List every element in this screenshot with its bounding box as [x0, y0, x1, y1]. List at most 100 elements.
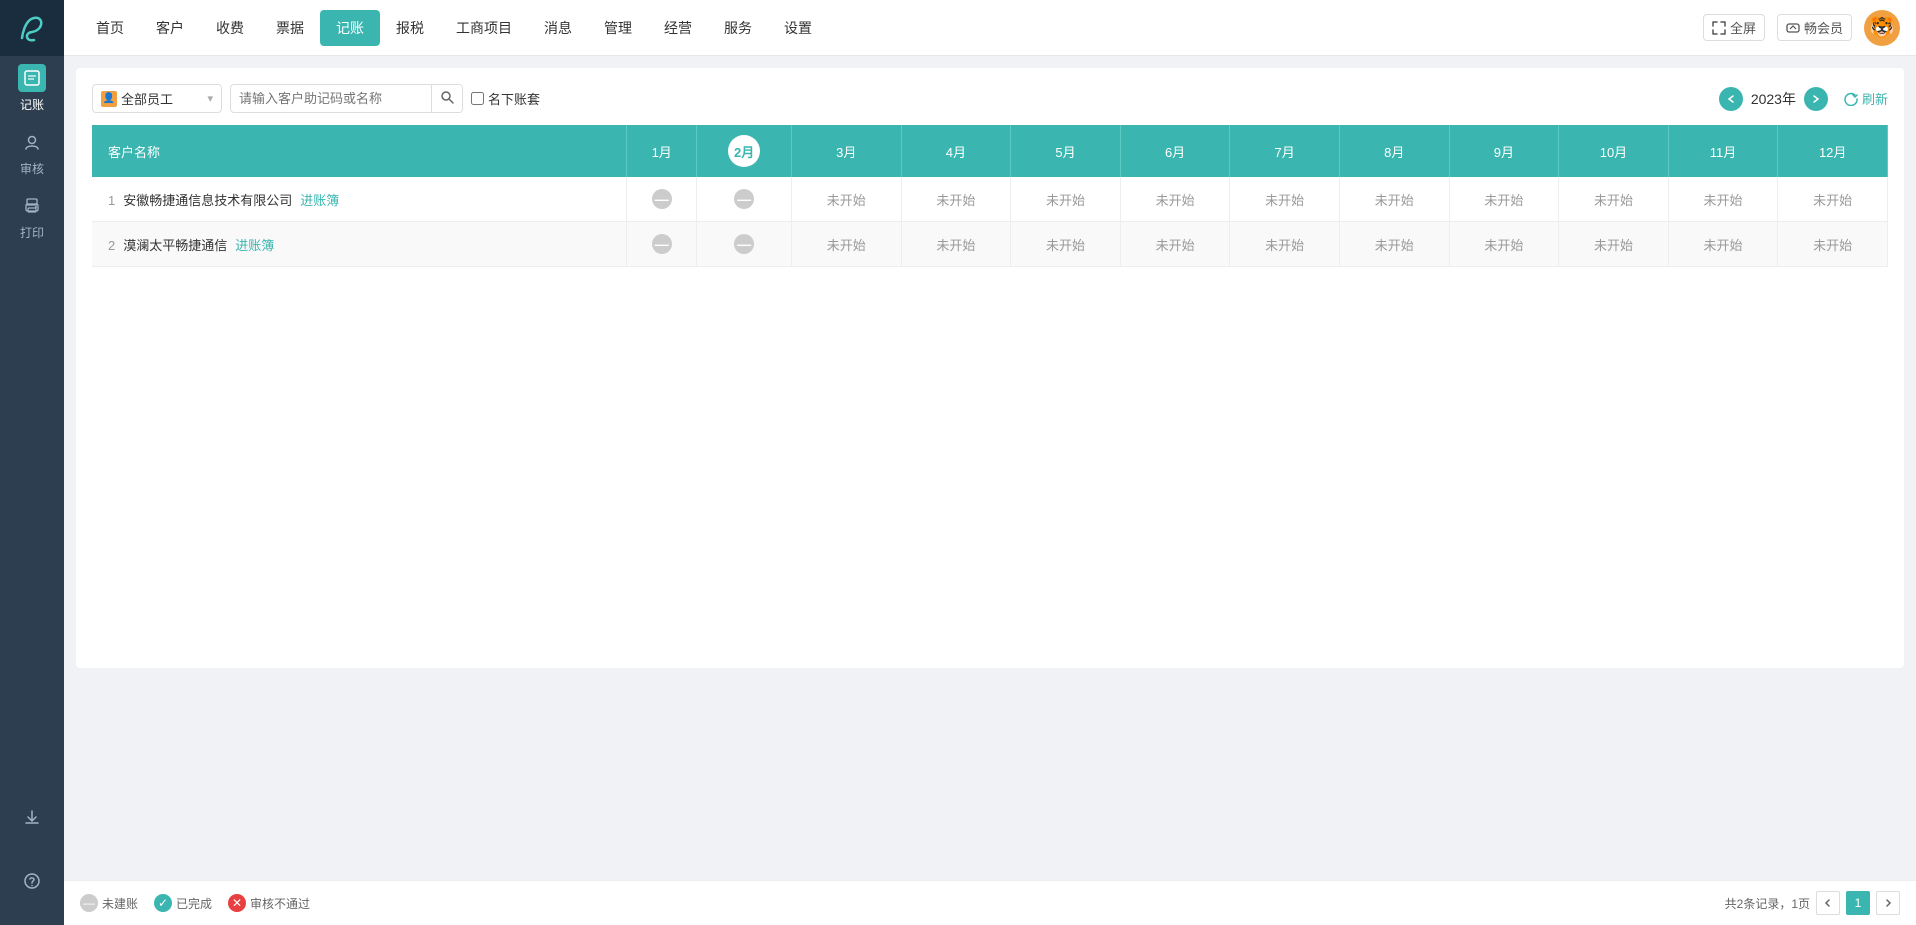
sidebar-item-print[interactable]: 打印 — [0, 184, 64, 248]
month-cell-4: 未开始 — [901, 222, 1011, 267]
employee-label: 全部员工 — [121, 89, 173, 108]
month-cell-10: 未开始 — [1559, 177, 1669, 222]
month-cell-1: — — [627, 222, 697, 267]
sidebar-item-help[interactable] — [0, 849, 64, 913]
vip-button[interactable]: 畅会员 — [1777, 14, 1852, 41]
refresh-label: 刷新 — [1862, 89, 1888, 108]
enter-ledger-link[interactable]: 进账簿 — [235, 238, 274, 253]
status-not-started-text: 未开始 — [1484, 238, 1523, 253]
month-cell-4: 未开始 — [901, 177, 1011, 222]
dropdown-arrow-icon: ▾ — [207, 92, 213, 105]
vip-label: 畅会员 — [1804, 18, 1843, 37]
sidebar-item-download[interactable] — [0, 785, 64, 849]
next-page-button[interactable] — [1876, 891, 1900, 915]
nav-item-settings[interactable]: 设置 — [768, 0, 828, 56]
nav-item-invoice[interactable]: 票据 — [260, 0, 320, 56]
sidebar: 记账 审核 打印 — [0, 0, 64, 925]
sidebar-item-review[interactable]: 审核 — [0, 120, 64, 184]
download-icon — [18, 803, 46, 831]
nav-item-customer[interactable]: 客户 — [140, 0, 200, 56]
month-cell-10: 未开始 — [1559, 222, 1669, 267]
print-icon — [18, 192, 46, 220]
nav-item-tax[interactable]: 报税 — [380, 0, 440, 56]
status-not-started-text: 未开始 — [1704, 238, 1743, 253]
sidebar-item-ledger[interactable]: 记账 — [0, 56, 64, 120]
month-cell-9: 未开始 — [1449, 222, 1559, 267]
fullscreen-button[interactable]: 全屏 — [1703, 14, 1765, 41]
nav-item-manage[interactable]: 管理 — [588, 0, 648, 56]
nav-item-operation[interactable]: 经营 — [648, 0, 708, 56]
nav-items: 首页 客户 收费 票据 记账 报税 工商项目 消息 管理 经营 服务 设置 — [80, 0, 1703, 56]
row-index: 1 — [108, 193, 115, 208]
search-wrap — [230, 84, 463, 113]
status-not-started-text: 未开始 — [1813, 238, 1852, 253]
status-not-started-text: 未开始 — [1704, 193, 1743, 208]
refresh-button[interactable]: 刷新 — [1844, 89, 1888, 108]
legend-rejected-label: 审核不通过 — [250, 895, 310, 912]
content-area: 👤 全部员工 ▾ 名下账套 — [64, 56, 1916, 880]
year-nav: 2023年 — [1719, 87, 1828, 111]
page-1-button[interactable]: 1 — [1846, 891, 1870, 915]
col-header-m9: 9月 — [1449, 125, 1559, 177]
month-cell-6: 未开始 — [1120, 177, 1230, 222]
status-not-started-text: 未开始 — [1046, 238, 1085, 253]
month-cell-8: 未开始 — [1339, 222, 1449, 267]
my-accounts-label: 名下账套 — [488, 89, 540, 108]
legend-x-icon: ✕ — [228, 894, 246, 912]
user-avatar[interactable]: 🐯 — [1864, 10, 1900, 46]
month-cell-2: — — [697, 177, 792, 222]
nav-item-business[interactable]: 工商项目 — [440, 0, 528, 56]
search-button[interactable] — [431, 85, 462, 112]
month-cell-1: — — [627, 177, 697, 222]
my-accounts-checkbox[interactable] — [471, 92, 484, 105]
fullscreen-label: 全屏 — [1730, 18, 1756, 37]
nav-item-message[interactable]: 消息 — [528, 0, 588, 56]
search-icon — [440, 90, 454, 104]
employee-select[interactable]: 👤 全部员工 ▾ — [92, 84, 222, 113]
status-not-started-text: 未开始 — [1594, 238, 1633, 253]
next-year-button[interactable] — [1804, 87, 1828, 111]
nav-item-ledger[interactable]: 记账 — [320, 10, 380, 46]
legend-completed: ✓ 已完成 — [154, 894, 212, 912]
prev-page-button[interactable] — [1816, 891, 1840, 915]
top-nav: 首页 客户 收费 票据 记账 报税 工商项目 消息 管理 经营 服务 设置 全屏 — [64, 0, 1916, 56]
month-cell-6: 未开始 — [1120, 222, 1230, 267]
status-dash-icon: — — [652, 234, 672, 254]
col-header-m2: 2月 — [697, 125, 792, 177]
table-row: 2漠澜太平畅捷通信进账簿——未开始未开始未开始未开始未开始未开始未开始未开始未开… — [92, 222, 1888, 267]
col-header-m11: 11月 — [1668, 125, 1778, 177]
total-records-label: 共2条记录，1页 — [1725, 895, 1810, 912]
footer-right: 共2条记录，1页 1 — [1725, 891, 1900, 915]
nav-item-home[interactable]: 首页 — [80, 0, 140, 56]
status-dash-icon: — — [734, 189, 754, 209]
customer-name: 安徽畅捷通信息技术有限公司 — [123, 193, 292, 208]
nav-item-service[interactable]: 服务 — [708, 0, 768, 56]
legend-dash-icon: — — [80, 894, 98, 912]
prev-page-icon — [1824, 899, 1832, 907]
nav-item-billing[interactable]: 收费 — [200, 0, 260, 56]
row-index: 2 — [108, 238, 115, 253]
next-year-icon — [1811, 94, 1821, 104]
search-input[interactable] — [231, 86, 431, 111]
toolbar: 👤 全部员工 ▾ 名下账套 — [92, 84, 1888, 113]
year-label: 2023年 — [1751, 89, 1796, 109]
month-cell-5: 未开始 — [1011, 177, 1121, 222]
sidebar-item-label: 记账 — [20, 96, 44, 113]
col-header-m8: 8月 — [1339, 125, 1449, 177]
row-name-cell: 1 安徽畅捷通信息技术有限公司进账簿 — [92, 177, 627, 222]
month-cell-2: — — [697, 222, 792, 267]
status-not-started-text: 未开始 — [1265, 193, 1304, 208]
legend-completed-label: 已完成 — [176, 895, 212, 912]
my-accounts-checkbox-wrap[interactable]: 名下账套 — [471, 89, 540, 108]
sidebar-item-label: 打印 — [20, 224, 44, 241]
prev-year-button[interactable] — [1719, 87, 1743, 111]
status-not-started-text: 未开始 — [1484, 193, 1523, 208]
fullscreen-icon — [1712, 21, 1726, 35]
employee-icon: 👤 — [101, 91, 117, 107]
enter-ledger-link[interactable]: 进账簿 — [300, 193, 339, 208]
table-row: 1安徽畅捷通信息技术有限公司进账簿——未开始未开始未开始未开始未开始未开始未开始… — [92, 177, 1888, 222]
status-not-started-text: 未开始 — [827, 238, 866, 253]
status-not-started-text: 未开始 — [936, 193, 975, 208]
next-page-icon — [1884, 899, 1892, 907]
month-cell-12: 未开始 — [1778, 177, 1888, 222]
